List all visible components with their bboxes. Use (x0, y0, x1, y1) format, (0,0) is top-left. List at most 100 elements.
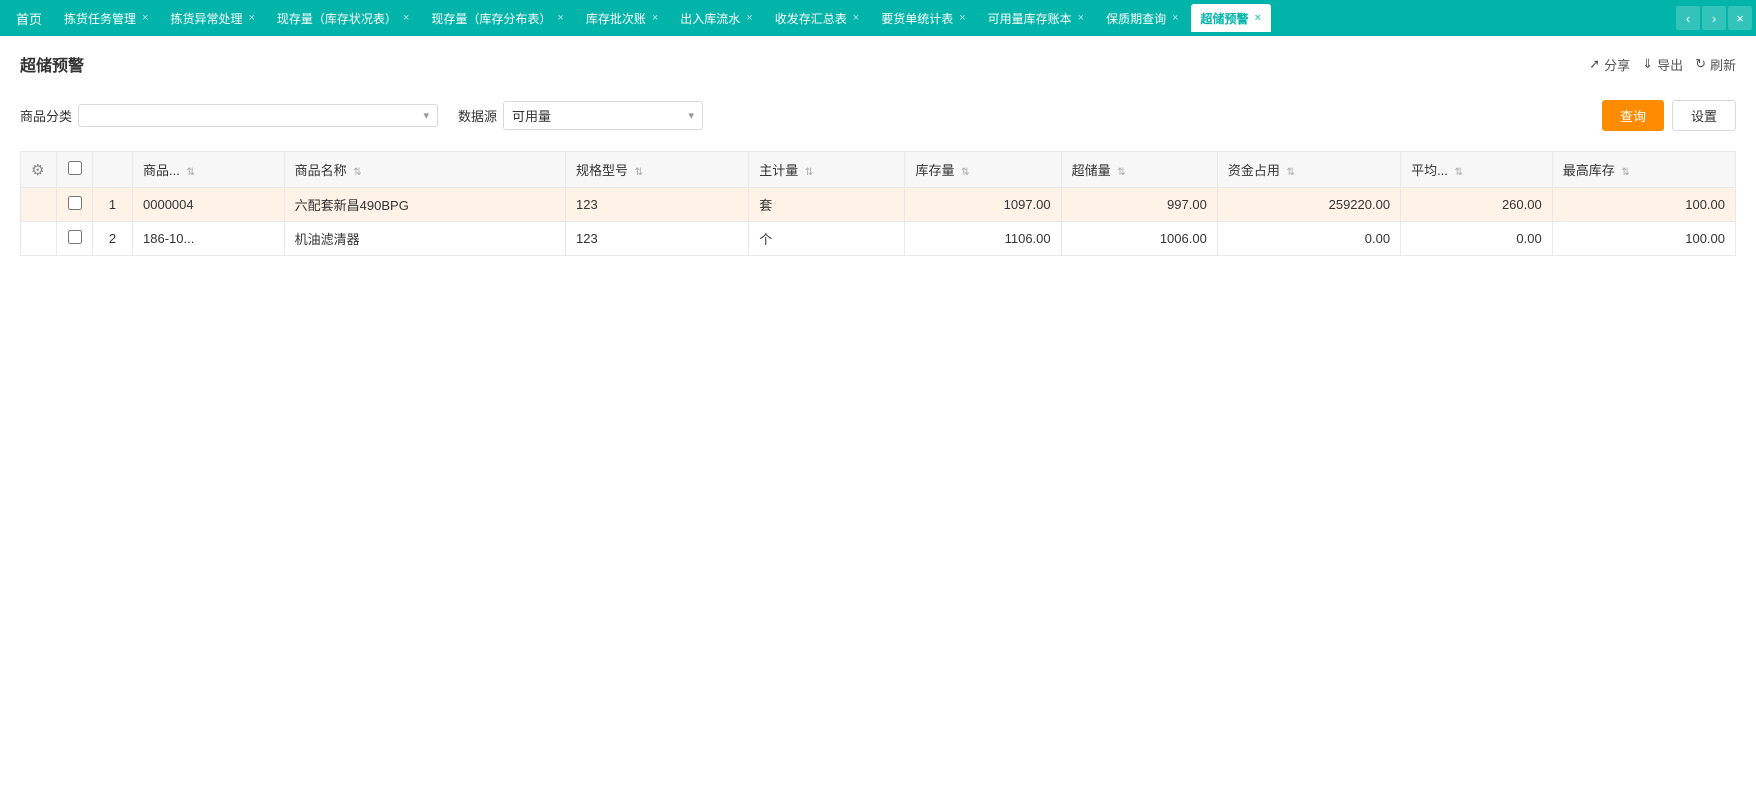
row-stock: 1097.00 (905, 188, 1061, 222)
export-icon: ⇓ (1642, 56, 1653, 72)
col-header-gear[interactable]: ⚙ (21, 152, 57, 188)
col-header-spec[interactable]: 规格型号 ⇅ (566, 152, 749, 188)
close-tab-inv-dist[interactable]: × (557, 12, 563, 24)
row-code: 186-10... (133, 222, 285, 256)
nav-arrows: ‹ › × (1674, 6, 1752, 30)
sort-icon-code: ⇅ (186, 167, 194, 178)
col-header-capital[interactable]: 资金占用 ⇅ (1217, 152, 1400, 188)
export-link[interactable]: ⇓ 导出 (1642, 55, 1683, 74)
nav-home[interactable]: 首页 (4, 9, 54, 28)
tab-inv-status[interactable]: 现存量（库存状况表） × (267, 4, 419, 32)
sort-icon-stock: ⇅ (961, 167, 969, 178)
category-select[interactable]: ▾ (78, 104, 438, 127)
page-container: 超储预警 ➚ 分享 ⇓ 导出 ↻ 刷新 商品分类 ▾ 数据源 (0, 36, 1756, 800)
filter-category: 商品分类 ▾ (20, 104, 438, 127)
row-check-cell[interactable] (57, 188, 93, 222)
header-actions: ➚ 分享 ⇓ 导出 ↻ 刷新 (1589, 55, 1736, 74)
tab-pkl-err[interactable]: 拣货异常处理 × (160, 4, 264, 32)
row-name: 机油滤清器 (284, 222, 565, 256)
datasource-select[interactable]: 可用量 ▾ (503, 101, 703, 130)
col-header-code[interactable]: 商品... ⇅ (133, 152, 285, 188)
col-header-unit[interactable]: 主计量 ⇅ (749, 152, 905, 188)
col-header-check[interactable] (57, 152, 93, 188)
sort-icon-overstock: ⇅ (1117, 167, 1125, 178)
share-icon: ➚ (1589, 56, 1600, 72)
table-row: 1 0000004 六配套新昌490BPG 123 套 1097.00 997.… (21, 188, 1736, 222)
nav-arrow-close[interactable]: × (1728, 6, 1752, 30)
row-num: 1 (93, 188, 133, 222)
table-body: 1 0000004 六配套新昌490BPG 123 套 1097.00 997.… (21, 188, 1736, 256)
col-header-num (93, 152, 133, 188)
row-code: 0000004 (133, 188, 285, 222)
close-tab-avail-inv[interactable]: × (1078, 12, 1084, 24)
row-name: 六配套新昌490BPG (284, 188, 565, 222)
sort-icon-name: ⇅ (353, 167, 361, 178)
row-gear-cell (21, 188, 57, 222)
row-capital: 0.00 (1217, 222, 1400, 256)
row-avg: 260.00 (1401, 188, 1553, 222)
top-navigation: 首页 拣货任务管理 × 拣货异常处理 × 现存量（库存状况表） × 现存量（库存… (0, 0, 1756, 36)
close-tab-overstock[interactable]: × (1255, 12, 1261, 24)
row-checkbox-0[interactable] (68, 196, 82, 210)
row-unit: 套 (749, 188, 905, 222)
nav-arrow-right[interactable]: › (1702, 6, 1726, 30)
close-tab-pkl-err[interactable]: × (248, 12, 254, 24)
close-tab-expiry[interactable]: × (1172, 12, 1178, 24)
nav-arrow-left[interactable]: ‹ (1676, 6, 1700, 30)
row-overstock: 997.00 (1061, 188, 1217, 222)
tab-expiry[interactable]: 保质期查询 × (1096, 4, 1188, 32)
tab-inv-batch[interactable]: 库存批次账 × (576, 4, 668, 32)
close-tab-order-stat[interactable]: × (959, 12, 965, 24)
close-tab-pkl[interactable]: × (142, 12, 148, 24)
datasource-value: 可用量 (512, 106, 551, 125)
filter-datasource: 数据源 可用量 ▾ (458, 101, 703, 130)
tab-pkl[interactable]: 拣货任务管理 × (54, 4, 158, 32)
row-stock: 1106.00 (905, 222, 1061, 256)
row-unit: 个 (749, 222, 905, 256)
page-header: 超储预警 ➚ 分享 ⇓ 导出 ↻ 刷新 (20, 52, 1736, 76)
row-capital: 259220.00 (1217, 188, 1400, 222)
sort-icon-spec: ⇅ (635, 167, 643, 178)
close-tab-inv-batch[interactable]: × (652, 12, 658, 24)
close-tab-inv-status[interactable]: × (403, 12, 409, 24)
datasource-label: 数据源 (458, 106, 497, 125)
sort-icon-avg: ⇅ (1455, 167, 1463, 178)
col-header-avg[interactable]: 平均... ⇅ (1401, 152, 1553, 188)
sort-icon-capital: ⇅ (1286, 167, 1294, 178)
col-header-stock[interactable]: 库存量 ⇅ (905, 152, 1061, 188)
col-header-max[interactable]: 最高库存 ⇅ (1552, 152, 1735, 188)
row-overstock: 1006.00 (1061, 222, 1217, 256)
category-chevron-down-icon: ▾ (423, 109, 429, 122)
row-checkbox-1[interactable] (68, 230, 82, 244)
tab-overstock[interactable]: 超储预警 × (1191, 4, 1271, 32)
row-spec: 123 (566, 222, 749, 256)
filter-actions: 查询 设置 (1602, 100, 1736, 131)
tab-recv-send[interactable]: 收发存汇总表 × (765, 4, 869, 32)
close-tab-inout[interactable]: × (746, 12, 752, 24)
page-title: 超储预警 (20, 52, 84, 76)
select-all-checkbox[interactable] (68, 161, 82, 175)
sort-icon-unit: ⇅ (805, 167, 813, 178)
col-header-overstock[interactable]: 超储量 ⇅ (1061, 152, 1217, 188)
refresh-icon: ↻ (1695, 56, 1706, 72)
col-header-name[interactable]: 商品名称 ⇅ (284, 152, 565, 188)
query-button[interactable]: 查询 (1602, 100, 1664, 131)
filter-row: 商品分类 ▾ 数据源 可用量 ▾ 查询 设置 (20, 92, 1736, 139)
sort-icon-max: ⇅ (1621, 167, 1629, 178)
tab-inout[interactable]: 出入库流水 × (670, 4, 762, 32)
refresh-link[interactable]: ↻ 刷新 (1695, 55, 1736, 74)
tab-order-stat[interactable]: 要货单统计表 × (871, 4, 975, 32)
row-spec: 123 (566, 188, 749, 222)
setting-button[interactable]: 设置 (1672, 100, 1736, 131)
table-header: ⚙ 商品... ⇅ 商品名称 ⇅ 规格型号 ⇅ (21, 152, 1736, 188)
data-table: ⚙ 商品... ⇅ 商品名称 ⇅ 规格型号 ⇅ (20, 151, 1736, 256)
table-row: 2 186-10... 机油滤清器 123 个 1106.00 1006.00 … (21, 222, 1736, 256)
share-link[interactable]: ➚ 分享 (1589, 55, 1630, 74)
row-max: 100.00 (1552, 188, 1735, 222)
tab-avail-inv[interactable]: 可用量库存账本 × (978, 4, 1094, 32)
row-check-cell[interactable] (57, 222, 93, 256)
tab-inv-dist[interactable]: 现存量（库存分布表） × (421, 4, 573, 32)
category-label: 商品分类 (20, 106, 72, 125)
row-num: 2 (93, 222, 133, 256)
close-tab-recv-send[interactable]: × (853, 12, 859, 24)
